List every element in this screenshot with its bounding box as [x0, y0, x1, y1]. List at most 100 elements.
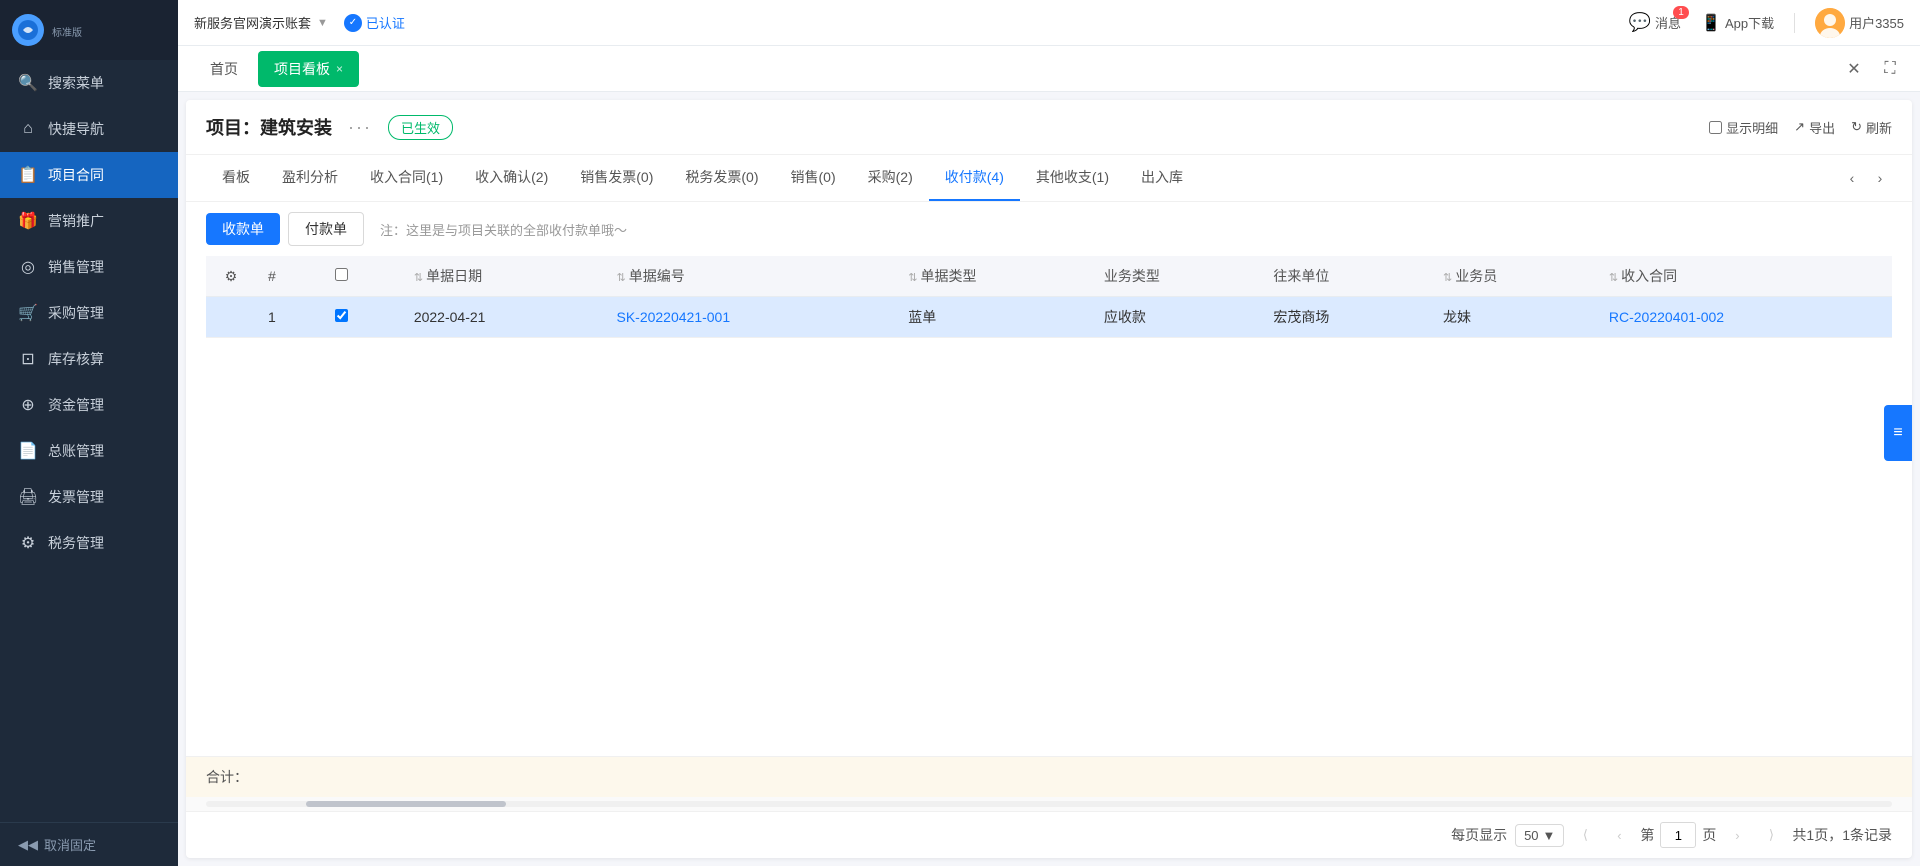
prev-page-btn[interactable]: ‹	[1606, 822, 1632, 848]
th-checkbox[interactable]	[323, 256, 401, 297]
sidebar-item-label: 总账管理	[48, 441, 104, 461]
page-display: 第 页	[1640, 822, 1716, 848]
th-number[interactable]: 单据编号	[604, 256, 896, 297]
sidebar-footer[interactable]: ◀◀ 取消固定	[0, 822, 178, 866]
select-all-checkbox[interactable]	[335, 268, 348, 281]
row-checkbox[interactable]	[323, 297, 401, 338]
user-profile-button[interactable]: 用户3355	[1815, 8, 1904, 38]
subnav-tab-tax-invoice[interactable]: 税务发票(0)	[669, 155, 774, 201]
th-date[interactable]: 单据日期	[402, 256, 605, 297]
main-content: 新服务官网演示账套 ▼ ✓ 已认证 💬 消息 1 📱 App下载 用户3355	[178, 0, 1920, 866]
message-button[interactable]: 💬 消息 1	[1629, 12, 1681, 33]
sidebar-item-invoice[interactable]: 🖨 发票管理	[0, 474, 178, 520]
tab-close-icon[interactable]: ×	[336, 62, 343, 76]
app-edition: 标准版	[52, 24, 82, 39]
subnav-tab-receipts[interactable]: 收付款(4)	[929, 155, 1020, 201]
export-button[interactable]: ↗ 导出	[1794, 118, 1835, 137]
subnav-tab-sales[interactable]: 销售(0)	[775, 155, 852, 201]
tab-home[interactable]: 首页	[194, 51, 254, 87]
project-more-icon[interactable]: ···	[348, 117, 372, 138]
scrollbar-thumb[interactable]	[306, 801, 506, 807]
subnav-tab-income-contract[interactable]: 收入合同(1)	[354, 155, 459, 201]
gift-icon: 🎁	[18, 211, 38, 231]
show-detail-toggle[interactable]: 显示明细	[1709, 118, 1778, 137]
user-avatar	[1815, 8, 1845, 38]
user-label: 用户3355	[1849, 13, 1904, 32]
row-income-contract[interactable]: RC-20220401-002	[1597, 297, 1892, 338]
inventory-icon: ⊡	[18, 349, 38, 369]
app-download-label: App下载	[1725, 13, 1774, 32]
app-download-button[interactable]: 📱 App下载	[1701, 13, 1774, 33]
first-page-btn[interactable]: ⟨	[1572, 822, 1598, 848]
sidebar-item-ledger[interactable]: 📄 总账管理	[0, 428, 178, 474]
sidebar-item-sales[interactable]: ◎ 销售管理	[0, 244, 178, 290]
th-biz-type: 业务类型	[1092, 256, 1262, 297]
sidebar-item-purchase[interactable]: 🛒 采购管理	[0, 290, 178, 336]
pin-icon: ◀◀	[18, 837, 38, 853]
show-detail-checkbox[interactable]	[1709, 121, 1722, 134]
tab-close-button[interactable]: ✕	[1840, 55, 1868, 83]
purchase-icon: 🛒	[18, 303, 38, 323]
tab-maximize-button[interactable]: ⛶	[1876, 55, 1904, 83]
funds-icon: ⊕	[18, 395, 38, 415]
topbar-right: 💬 消息 1 📱 App下载 用户3355	[1629, 8, 1904, 38]
right-panel-toggle[interactable]: ≡	[1884, 405, 1912, 461]
next-page-btn[interactable]: ›	[1724, 822, 1750, 848]
shield-icon: ✓	[344, 14, 362, 32]
per-page-select[interactable]: 50 ▼	[1515, 824, 1564, 847]
tab-project-kanban[interactable]: 项目看板 ×	[258, 51, 359, 87]
sidebar-item-tax[interactable]: ⚙ 税务管理	[0, 520, 178, 566]
row-biz-type: 应收款	[1092, 297, 1262, 338]
subnav-tab-purchase[interactable]: 采购(2)	[852, 155, 929, 201]
row-gear[interactable]	[206, 297, 256, 338]
subnav-tab-kanban[interactable]: 看板	[206, 155, 266, 201]
search-icon: 🔍	[18, 73, 38, 93]
th-gear[interactable]: ⚙	[206, 256, 256, 297]
sidebar-item-quick-nav[interactable]: ⌂ 快捷导航	[0, 106, 178, 152]
total-row: 合计：	[186, 756, 1912, 797]
sidebar-item-label: 快捷导航	[48, 119, 104, 139]
subnav-tab-other[interactable]: 其他收支(1)	[1020, 155, 1125, 201]
app-logo	[12, 14, 44, 46]
row-number[interactable]: SK-20220421-001	[604, 297, 896, 338]
tab-home-label: 首页	[210, 61, 238, 77]
row-contract-link[interactable]: RC-20220401-002	[1609, 309, 1724, 325]
page-label: 第	[1640, 825, 1654, 845]
last-page-btn[interactable]: ⟩	[1758, 822, 1784, 848]
sidebar-item-label: 采购管理	[48, 303, 104, 323]
export-icon: ↗	[1794, 119, 1805, 135]
sidebar-item-inventory[interactable]: ⊡ 库存核算	[0, 336, 178, 382]
total-info: 共1页，1条记录	[1792, 825, 1892, 845]
subnav-next-btn[interactable]: ›	[1868, 166, 1892, 190]
sidebar-item-label: 资金管理	[48, 395, 104, 415]
scrollbar-track[interactable]	[206, 801, 1892, 807]
refresh-icon: ↻	[1851, 119, 1862, 135]
receipts-btn[interactable]: 收款单	[206, 213, 280, 245]
refresh-button[interactable]: ↻ 刷新	[1851, 118, 1892, 137]
th-salesman[interactable]: 业务员	[1431, 256, 1597, 297]
sidebar-item-funds[interactable]: ⊕ 资金管理	[0, 382, 178, 428]
project-header: 项目：建筑安装 ··· 已生效 显示明细 ↗ 导出 ↻ 刷新	[186, 100, 1912, 155]
row-select-checkbox[interactable]	[335, 309, 348, 322]
th-type[interactable]: 单据类型	[896, 256, 1092, 297]
sidebar-item-project-contract[interactable]: 📋 项目合同	[0, 152, 178, 198]
table-row[interactable]: 1 2022-04-21 SK-20220421-001 蓝单 应收款 宏茂商场…	[206, 297, 1892, 338]
table-header-row: ⚙ # 单据日期 单据编号 单据类型 业务类型 往来单位 业务员 收入合同	[206, 256, 1892, 297]
th-income-contract[interactable]: 收入合同	[1597, 256, 1892, 297]
page-input[interactable]	[1660, 822, 1696, 848]
project-icon: 📋	[18, 165, 38, 185]
tax-icon: ⚙	[18, 533, 38, 553]
row-number-link[interactable]: SK-20220421-001	[616, 309, 730, 325]
subnav-tab-profit[interactable]: 盈利分析	[266, 155, 354, 201]
subnav-tab-warehouse[interactable]: 出入库	[1125, 155, 1199, 201]
account-selector[interactable]: 新服务官网演示账套 ▼	[194, 13, 328, 32]
sidebar-item-label: 税务管理	[48, 533, 104, 553]
subnav-tab-sales-invoice[interactable]: 销售发票(0)	[564, 155, 669, 201]
sidebar-item-search[interactable]: 🔍 搜索菜单	[0, 60, 178, 106]
payments-btn[interactable]: 付款单	[288, 212, 364, 246]
subnav-prev-btn[interactable]: ‹	[1840, 166, 1864, 190]
page-unit: 页	[1702, 825, 1716, 845]
sidebar-item-label: 搜索菜单	[48, 73, 104, 93]
sidebar-item-marketing[interactable]: 🎁 营销推广	[0, 198, 178, 244]
subnav-tab-income-confirm[interactable]: 收入确认(2)	[459, 155, 564, 201]
